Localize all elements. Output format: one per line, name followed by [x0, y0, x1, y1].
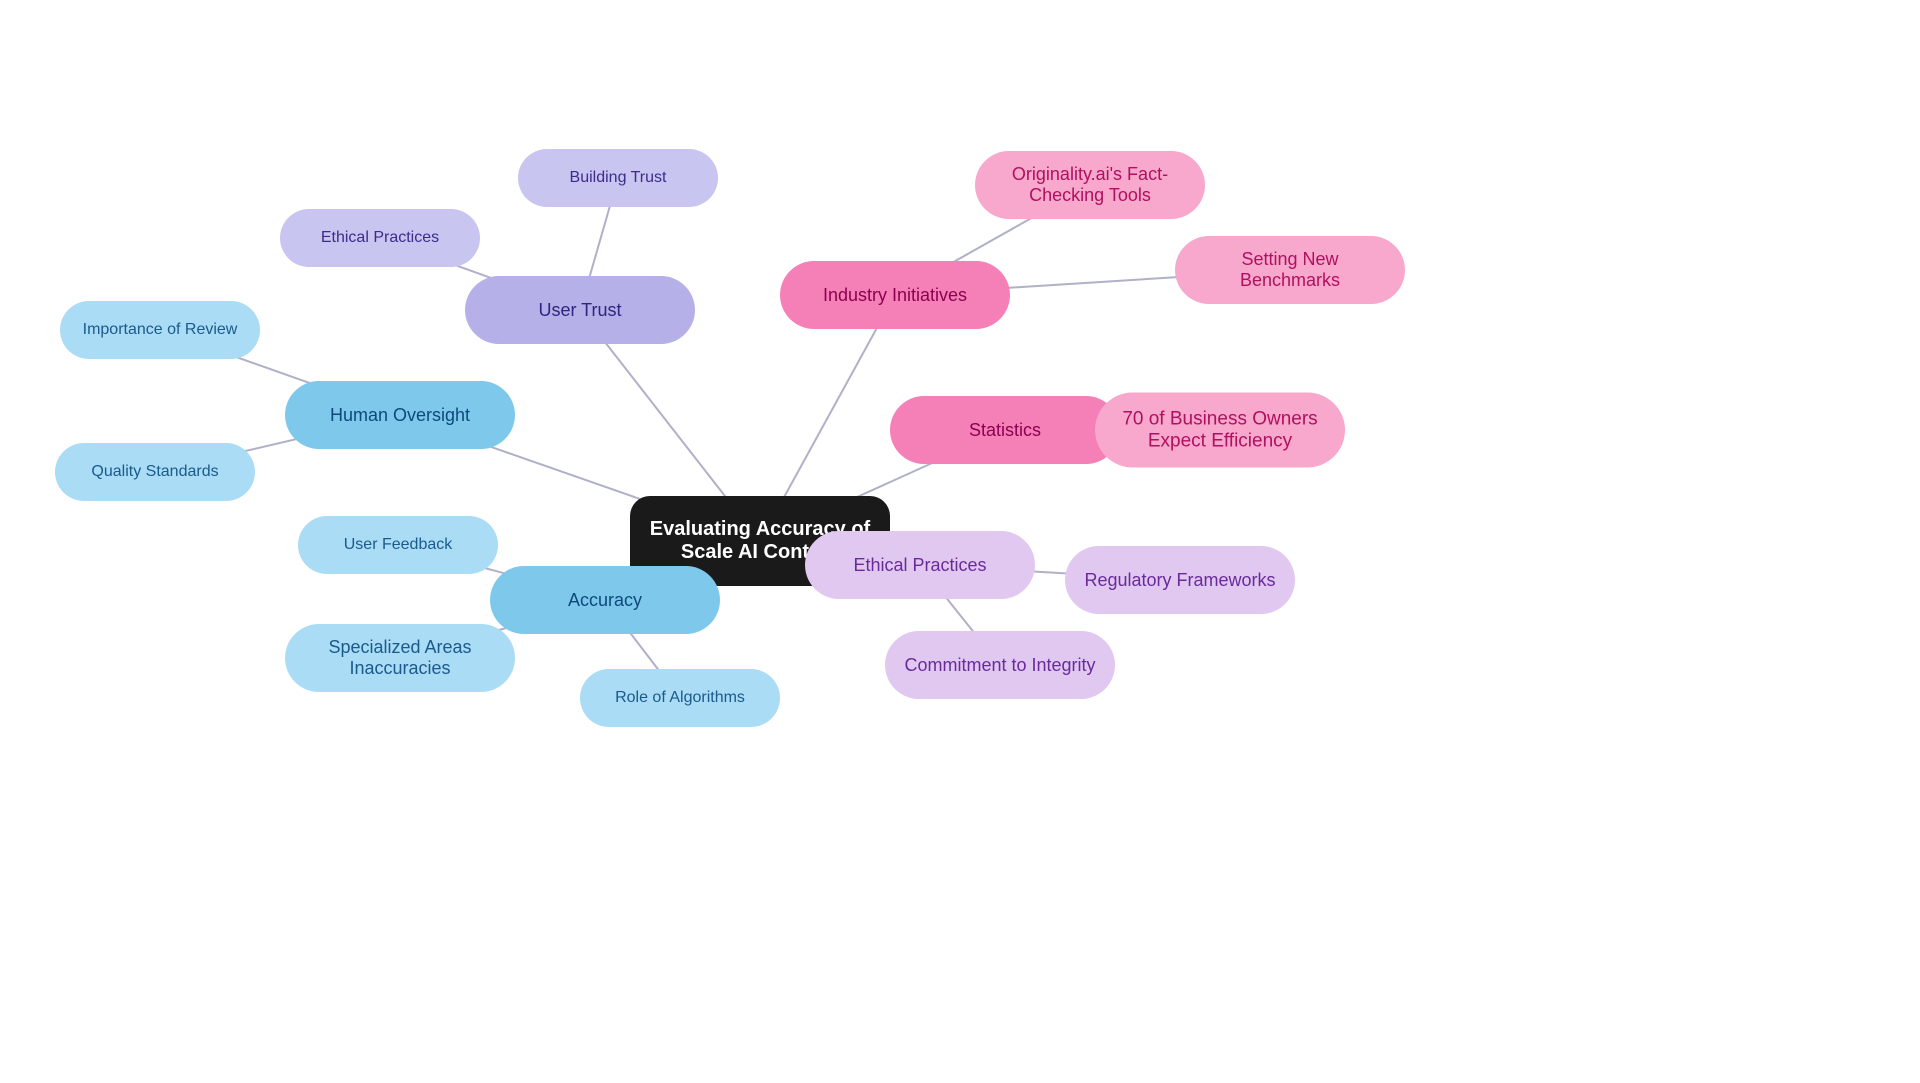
node-importance-of-review[interactable]: Importance of Review [60, 301, 260, 359]
node-user-feedback[interactable]: User Feedback [298, 516, 498, 574]
node-commitment-integrity[interactable]: Commitment to Integrity [885, 631, 1115, 699]
node-role-of-algorithms[interactable]: Role of Algorithms [580, 669, 780, 727]
node-building-trust[interactable]: Building Trust [518, 149, 718, 207]
node-industry-initiatives[interactable]: Industry Initiatives [780, 261, 1010, 329]
node-accuracy[interactable]: Accuracy [490, 566, 720, 634]
node-ethical-practices-left[interactable]: Ethical Practices [280, 209, 480, 267]
node-quality-standards[interactable]: Quality Standards [55, 443, 255, 501]
node-statistics[interactable]: Statistics [890, 396, 1120, 464]
node-70-business[interactable]: 70 of Business Owners Expect Efficiency [1095, 393, 1345, 468]
node-originality-tools[interactable]: Originality.ai's Fact-Checking Tools [975, 151, 1205, 219]
node-setting-benchmarks[interactable]: Setting New Benchmarks [1175, 236, 1405, 304]
node-specialized-areas[interactable]: Specialized Areas Inaccuracies [285, 624, 515, 692]
mind-map: Evaluating Accuracy of Scale AI ContentU… [0, 0, 1920, 1083]
node-human-oversight[interactable]: Human Oversight [285, 381, 515, 449]
node-regulatory-frameworks[interactable]: Regulatory Frameworks [1065, 546, 1295, 614]
node-ethical-practices-right[interactable]: Ethical Practices [805, 531, 1035, 599]
node-user-trust[interactable]: User Trust [465, 276, 695, 344]
